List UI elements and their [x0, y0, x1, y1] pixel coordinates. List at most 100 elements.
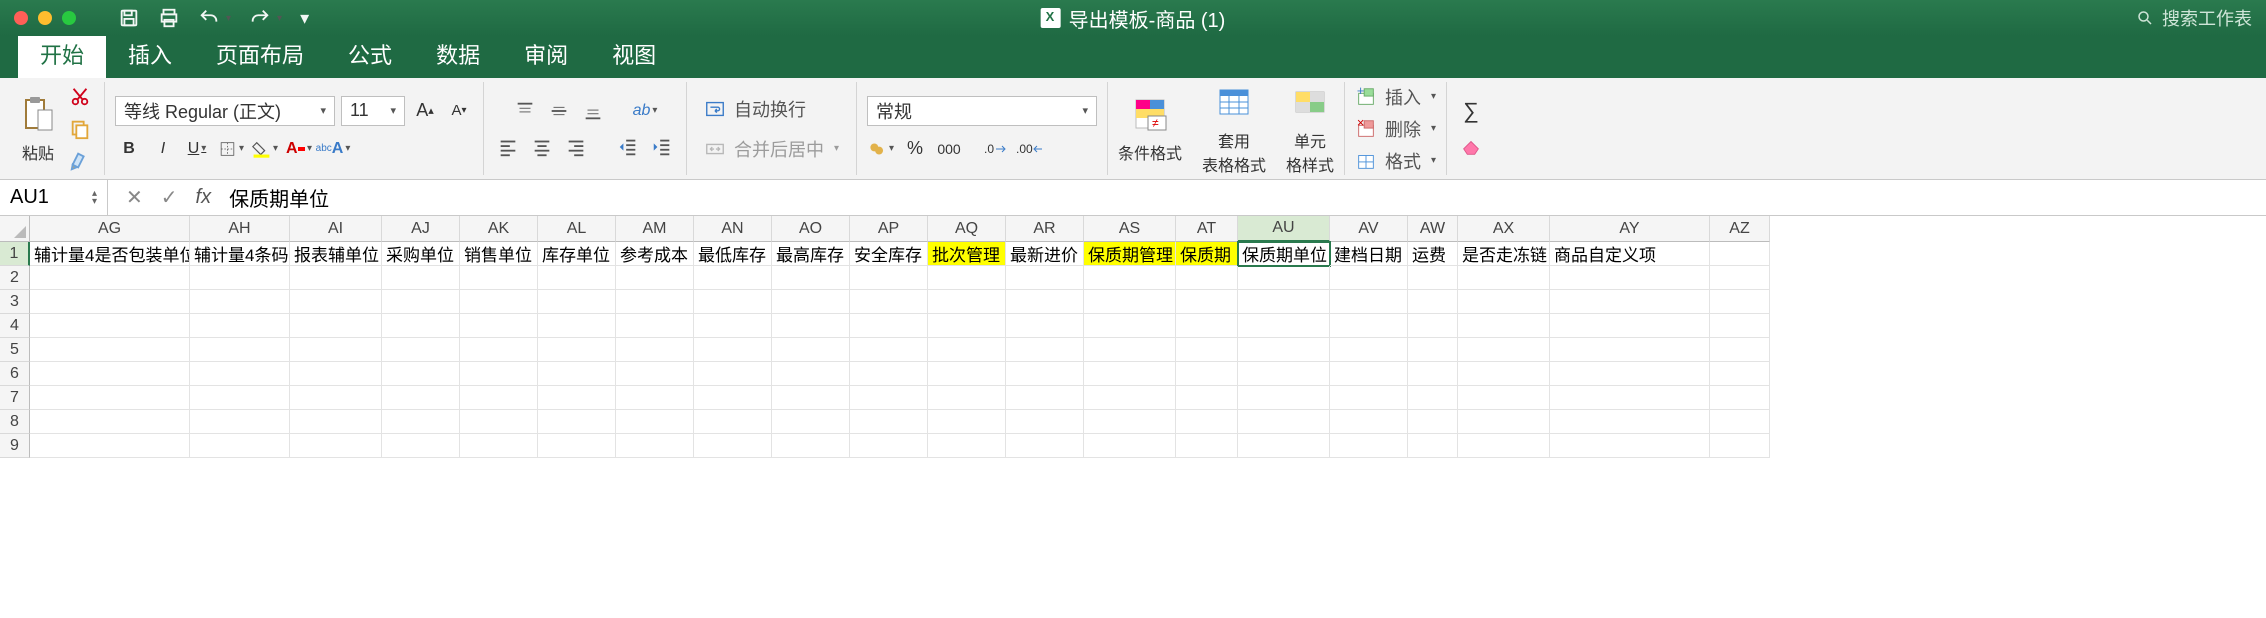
enter-formula-button[interactable]: ✓	[161, 185, 178, 210]
cell-AO5[interactable]	[772, 338, 850, 362]
print-icon[interactable]	[158, 7, 180, 29]
bold-button[interactable]: B	[115, 136, 143, 162]
cell-AW2[interactable]	[1408, 266, 1458, 290]
cell-AP3[interactable]	[850, 290, 928, 314]
cell-AY9[interactable]	[1550, 434, 1710, 458]
cell-AQ9[interactable]	[928, 434, 1006, 458]
cell-AK3[interactable]	[460, 290, 538, 314]
cell-AQ8[interactable]	[928, 410, 1006, 434]
cell-AK4[interactable]	[460, 314, 538, 338]
cell-AU5[interactable]	[1238, 338, 1330, 362]
cell-AQ1[interactable]: 批次管理	[928, 242, 1006, 266]
cell-AP9[interactable]	[850, 434, 928, 458]
cell-AT8[interactable]	[1176, 410, 1238, 434]
tab-home[interactable]: 开始	[18, 30, 106, 78]
border-button[interactable]: ▾	[217, 136, 245, 162]
cell-AQ5[interactable]	[928, 338, 1006, 362]
phonetic-button[interactable]: abcA▾	[319, 136, 347, 162]
cell-AH6[interactable]	[190, 362, 290, 386]
copy-button[interactable]	[66, 116, 94, 142]
column-header-AI[interactable]: AI	[290, 216, 382, 242]
cell-AV5[interactable]	[1330, 338, 1408, 362]
column-header-AU[interactable]: AU	[1238, 216, 1330, 242]
increase-decimal-button[interactable]: .0	[981, 136, 1009, 162]
cell-AI7[interactable]	[290, 386, 382, 410]
cell-AH7[interactable]	[190, 386, 290, 410]
cell-AI4[interactable]	[290, 314, 382, 338]
cell-AM8[interactable]	[616, 410, 694, 434]
cell-AX3[interactable]	[1458, 290, 1550, 314]
merge-center-button[interactable]: 合并后居中▾	[704, 136, 839, 162]
column-header-AM[interactable]: AM	[616, 216, 694, 242]
cell-AH4[interactable]	[190, 314, 290, 338]
cell-AX8[interactable]	[1458, 410, 1550, 434]
cell-AK7[interactable]	[460, 386, 538, 410]
cell-AM7[interactable]	[616, 386, 694, 410]
cell-AQ7[interactable]	[928, 386, 1006, 410]
cell-AG5[interactable]	[30, 338, 190, 362]
cell-AZ6[interactable]	[1710, 362, 1770, 386]
cell-AU9[interactable]	[1238, 434, 1330, 458]
align-left-button[interactable]	[494, 134, 522, 160]
cell-AZ4[interactable]	[1710, 314, 1770, 338]
row-header-7[interactable]: 7	[0, 386, 30, 410]
cell-AV3[interactable]	[1330, 290, 1408, 314]
align-middle-button[interactable]	[545, 98, 573, 124]
redo-button[interactable]: ▾	[249, 7, 282, 29]
maximize-window-button[interactable]	[62, 11, 76, 25]
cell-AU2[interactable]	[1238, 266, 1330, 290]
qat-customize-button[interactable]: ▾	[300, 8, 309, 29]
cell-AT2[interactable]	[1176, 266, 1238, 290]
cell-AP7[interactable]	[850, 386, 928, 410]
decrease-indent-button[interactable]	[614, 134, 642, 160]
cell-AX1[interactable]: 是否走冻链	[1458, 242, 1550, 266]
cell-AJ9[interactable]	[382, 434, 460, 458]
number-format-combo[interactable]: 常规▾	[867, 96, 1097, 126]
column-header-AJ[interactable]: AJ	[382, 216, 460, 242]
cell-AN9[interactable]	[694, 434, 772, 458]
cell-AM4[interactable]	[616, 314, 694, 338]
cell-AP4[interactable]	[850, 314, 928, 338]
cell-AM1[interactable]: 参考成本	[616, 242, 694, 266]
fx-label[interactable]: fx	[196, 186, 212, 209]
tab-review[interactable]: 审阅	[502, 30, 590, 78]
row-header-6[interactable]: 6	[0, 362, 30, 386]
percent-format-button[interactable]: %	[901, 136, 929, 162]
column-header-AQ[interactable]: AQ	[928, 216, 1006, 242]
cell-AK9[interactable]	[460, 434, 538, 458]
save-icon[interactable]	[118, 7, 140, 29]
cell-AI9[interactable]	[290, 434, 382, 458]
cell-AO8[interactable]	[772, 410, 850, 434]
format-as-table-button[interactable]: 套用 表格格式	[1202, 82, 1266, 176]
column-header-AG[interactable]: AG	[30, 216, 190, 242]
cell-AL5[interactable]	[538, 338, 616, 362]
cell-AK2[interactable]	[460, 266, 538, 290]
cell-AH1[interactable]: 辅计量4条码	[190, 242, 290, 266]
align-bottom-button[interactable]	[579, 98, 607, 124]
cell-AL8[interactable]	[538, 410, 616, 434]
cell-AG1[interactable]: 辅计量4是否包装单位	[30, 242, 190, 266]
increase-indent-button[interactable]	[648, 134, 676, 160]
tab-data[interactable]: 数据	[414, 30, 502, 78]
cell-AJ3[interactable]	[382, 290, 460, 314]
cell-AW5[interactable]	[1408, 338, 1458, 362]
cell-AW4[interactable]	[1408, 314, 1458, 338]
wrap-text-button[interactable]: 自动换行	[704, 96, 806, 122]
cell-AS7[interactable]	[1084, 386, 1176, 410]
cell-AH3[interactable]	[190, 290, 290, 314]
cell-AV7[interactable]	[1330, 386, 1408, 410]
cell-AG4[interactable]	[30, 314, 190, 338]
cell-AQ6[interactable]	[928, 362, 1006, 386]
cell-AU3[interactable]	[1238, 290, 1330, 314]
cell-AT1[interactable]: 保质期	[1176, 242, 1238, 266]
cell-AN2[interactable]	[694, 266, 772, 290]
cell-AP5[interactable]	[850, 338, 928, 362]
cell-AM5[interactable]	[616, 338, 694, 362]
cell-AJ6[interactable]	[382, 362, 460, 386]
align-top-button[interactable]	[511, 98, 539, 124]
cell-AR4[interactable]	[1006, 314, 1084, 338]
cell-AL2[interactable]	[538, 266, 616, 290]
cell-AN4[interactable]	[694, 314, 772, 338]
italic-button[interactable]: I	[149, 136, 177, 162]
cell-AZ9[interactable]	[1710, 434, 1770, 458]
